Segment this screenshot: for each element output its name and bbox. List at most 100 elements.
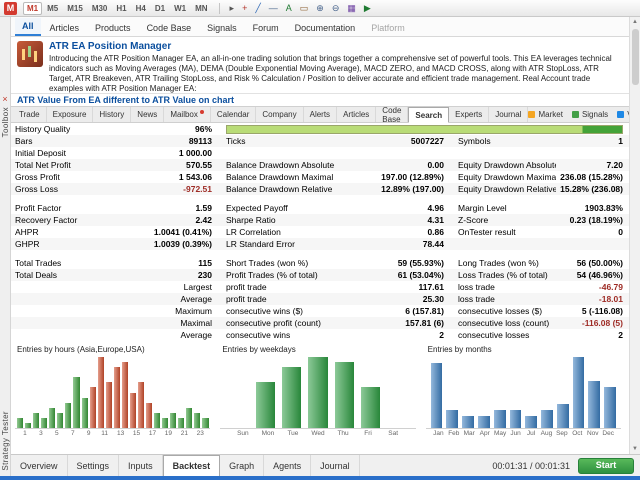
market-panel-button[interactable]: Market <box>528 110 563 119</box>
tester-tab-inputs[interactable]: Inputs <box>119 455 163 476</box>
chart-bar <box>17 417 24 428</box>
toolbox-tab-articles[interactable]: Articles <box>337 107 377 122</box>
tester-tab-journal[interactable]: Journal <box>311 455 360 476</box>
trendline-icon[interactable]: ╱ <box>252 3 263 14</box>
toolbox-tab-journal[interactable]: Journal <box>489 107 529 122</box>
timeframe-h1-button[interactable]: H1 <box>112 2 130 15</box>
stats-value: Maximum <box>175 306 212 316</box>
stats-value: -116.08 (5) <box>581 318 623 328</box>
market-tab-products[interactable]: Products <box>88 20 138 36</box>
chart-bar <box>525 416 538 428</box>
stats-label: Expected Payoff <box>226 203 288 213</box>
timeframe-d1-button[interactable]: D1 <box>151 2 169 15</box>
market-tab-code-base[interactable]: Code Base <box>140 20 199 36</box>
vertical-scrollbar[interactable]: ▲ ▼ <box>629 17 640 454</box>
vps-panel-button[interactable]: VPS <box>617 110 629 119</box>
auto-trading-icon[interactable]: ▶ <box>361 3 374 14</box>
toolbox-tab-trade[interactable]: Trade <box>13 107 47 122</box>
close-icon[interactable]: × <box>2 95 7 104</box>
stats-value: 1.0039 (0.39%) <box>153 239 212 249</box>
toolbox-tab-search[interactable]: Search <box>408 107 450 123</box>
market-tab-articles[interactable]: Articles <box>43 20 87 36</box>
timeframe-m30-button[interactable]: M30 <box>88 2 112 15</box>
shapes-icon[interactable]: ▭ <box>297 3 312 14</box>
stats-value: 12.89% (197.00) <box>381 184 444 194</box>
article-link[interactable]: ATR Value From EA different to ATR Value… <box>17 95 234 105</box>
market-tab-forum[interactable]: Forum <box>246 20 286 36</box>
timeframe-m15-button[interactable]: M15 <box>63 2 87 15</box>
toolbox-tab-calendar[interactable]: Calendar <box>211 107 257 122</box>
chart-bar <box>493 410 506 428</box>
stats-row: Initial Deposit 1 000.00 <box>11 147 629 159</box>
tester-tab-overview[interactable]: Overview <box>11 455 68 476</box>
stats-spacer <box>11 195 629 202</box>
stats-label: AHPR <box>15 227 39 237</box>
timeframe-m1-button[interactable]: M1 <box>23 1 43 15</box>
toolbox-side-tab[interactable]: Toolbox <box>1 107 10 137</box>
toolbox-tab-exposure[interactable]: Exposure <box>47 107 94 122</box>
timeframe-h4-button[interactable]: H4 <box>132 2 150 15</box>
timeframe-m5-button[interactable]: M5 <box>43 2 62 15</box>
tester-tab-graph[interactable]: Graph <box>220 455 265 476</box>
market-tab-signals[interactable]: Signals <box>200 20 244 36</box>
stats-label: Equity Drawdown Relative <box>458 184 556 194</box>
axis-tick-label: 3 <box>39 430 43 437</box>
chart-bar <box>256 382 276 428</box>
horizontal-line-icon[interactable]: — <box>266 3 281 13</box>
scrollbar-thumb[interactable] <box>631 29 639 85</box>
stats-row: Largest profit trade 117.61 loss trade -46.7… <box>11 281 629 293</box>
stats-row: GHPR 1.0039 (0.39%) LR Standard Error 78.44 <box>11 238 629 250</box>
toolbox-tab-code-base[interactable]: Code Base <box>376 106 409 124</box>
timeframe-toolbar: M1 M5 M15 M30 H1 H4 D1 W1 MN <box>23 1 212 15</box>
scroll-down-icon[interactable]: ▼ <box>632 444 638 454</box>
scroll-up-icon[interactable]: ▲ <box>632 17 638 27</box>
stats-label: Total Net Profit <box>15 160 71 170</box>
tile-windows-icon[interactable]: ▦ <box>344 3 359 14</box>
stats-value: 56 (50.00%) <box>576 258 623 268</box>
chart-bar <box>572 357 585 428</box>
market-tab-platform[interactable]: Platform <box>364 20 412 36</box>
stats-value: 1.59 <box>195 203 212 213</box>
stats-row: Maximum consecutive wins ($) 6 (157.81) con… <box>11 305 629 317</box>
toolbox-tab-alerts[interactable]: Alerts <box>304 107 338 122</box>
zoom-in-icon[interactable]: ⊕ <box>313 3 327 14</box>
stats-row: Total Net Profit 570.55 Balance Drawdown A… <box>11 159 629 171</box>
chart-bar <box>154 412 161 428</box>
stats-value: 15.28% (236.08) <box>560 184 623 194</box>
axis-tick-label: Aug <box>540 430 553 437</box>
chart-title: Entries by hours (Asia,Europe,USA) <box>17 345 145 354</box>
zoom-out-icon[interactable]: ⊖ <box>329 3 343 14</box>
toolbox-tab-mailbox[interactable]: Mailbox <box>164 107 211 122</box>
crosshair-icon[interactable]: + <box>239 3 250 13</box>
toolbox-tab-company[interactable]: Company <box>256 107 304 122</box>
tester-tab-backtest[interactable]: Backtest <box>162 455 221 477</box>
market-tab-documentation[interactable]: Documentation <box>288 20 363 36</box>
text-label-icon[interactable]: A <box>283 3 295 13</box>
stats-row: Bars 89113 Ticks 5007227 Symbols 1 <box>11 135 629 147</box>
axis-tick-label: Sep <box>556 430 568 437</box>
market-tab-all[interactable]: All <box>15 18 41 36</box>
article-texts: ATR EA Position Manager Introducing the … <box>49 41 623 93</box>
timeframe-w1-button[interactable]: W1 <box>170 2 190 15</box>
cursor-icon[interactable]: ▸ <box>227 3 238 14</box>
stats-value: 0.23 (18.19%) <box>569 215 623 225</box>
timeframe-mn-button[interactable]: MN <box>191 2 211 15</box>
axis-tick-label: Jun <box>510 430 521 437</box>
start-button[interactable]: Start <box>578 457 634 474</box>
article-title[interactable]: ATR EA Position Manager <box>49 41 623 52</box>
history-quality-bar <box>226 124 623 134</box>
strategy-tester-side-tab[interactable]: Strategy Tester <box>1 411 10 471</box>
toolbox-tab-experts[interactable]: Experts <box>449 107 490 122</box>
tester-tab-agents[interactable]: Agents <box>264 455 312 476</box>
toolbox-tab-news[interactable]: News <box>131 107 165 122</box>
tester-tab-settings[interactable]: Settings <box>68 455 120 476</box>
window-bottom-strip <box>0 476 640 480</box>
axis-tick-label: 7 <box>70 430 75 437</box>
stats-value: -46.79 <box>598 282 623 292</box>
axis-tick-label: 13 <box>116 430 125 437</box>
signals-panel-button[interactable]: Signals <box>571 110 608 119</box>
toolbox-tab-history[interactable]: History <box>93 107 132 122</box>
chart-bar <box>65 402 72 428</box>
axis-tick-label: Tue <box>287 430 299 437</box>
app-icon[interactable]: M <box>4 1 17 15</box>
